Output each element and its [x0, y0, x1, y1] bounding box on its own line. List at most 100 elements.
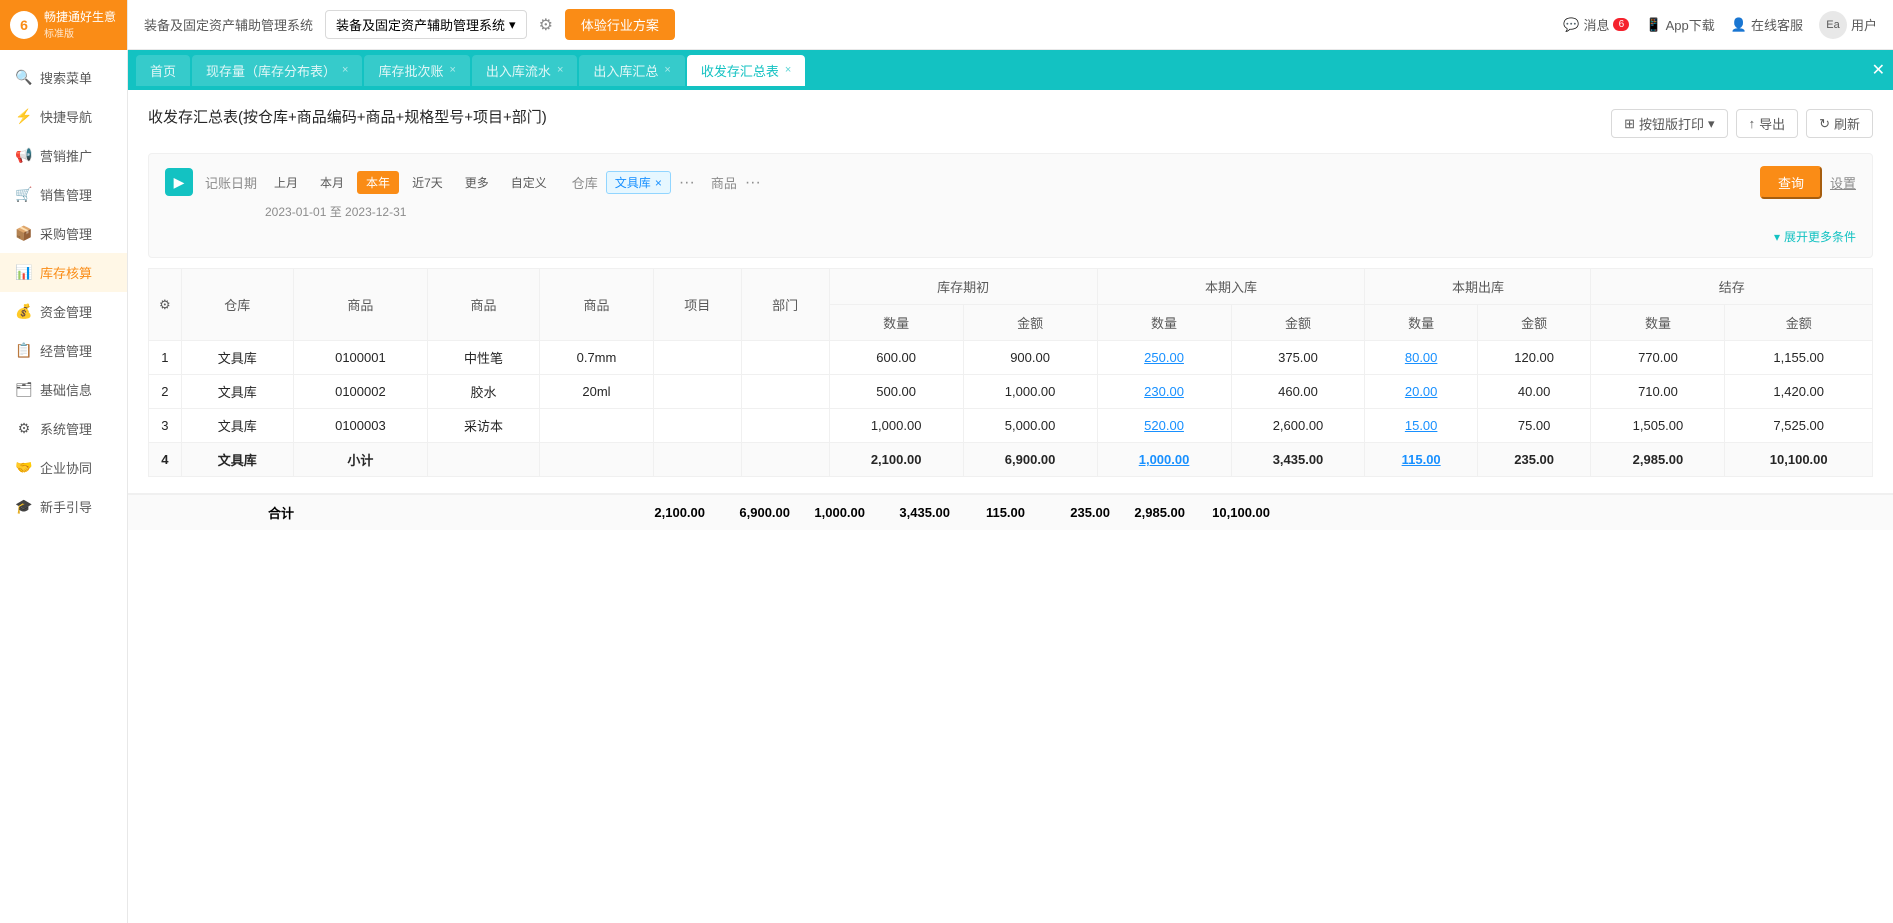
- in-qty-link-3[interactable]: 520.00: [1144, 418, 1184, 433]
- tab-stock-dist-close[interactable]: ×: [342, 64, 348, 76]
- date-btn-custom[interactable]: 自定义: [502, 171, 556, 194]
- tab-recv-send-summary[interactable]: 收发存汇总表 ×: [687, 55, 805, 86]
- operations-icon: 📋: [16, 343, 32, 359]
- sidebar-item-search[interactable]: 🔍 搜索菜单: [0, 58, 127, 97]
- warehouse-tag-close[interactable]: ×: [655, 176, 662, 190]
- refresh-btn[interactable]: ↻ 刷新: [1806, 109, 1873, 138]
- date-btn-last-month[interactable]: 上月: [265, 171, 307, 194]
- tab-in-out-flow-close[interactable]: ×: [557, 64, 563, 76]
- guide-icon: 🎓: [16, 499, 32, 515]
- tab-in-out-summary[interactable]: 出入库汇总 ×: [579, 55, 684, 86]
- total-bal-amt: 10,100.00: [1193, 505, 1278, 520]
- warehouse-ellipsis[interactable]: ···: [679, 175, 695, 191]
- cell-out-amt-1: 120.00: [1477, 341, 1591, 375]
- tab-batch-ledger-close[interactable]: ×: [449, 64, 455, 76]
- subtotal-out-qty[interactable]: 115.00: [1365, 443, 1477, 477]
- tab-batch-ledger[interactable]: 库存批次账 ×: [364, 55, 469, 86]
- app-download-label: App下载: [1666, 15, 1715, 34]
- system-select-dropdown[interactable]: 装备及固定资产辅助管理系统 ▾: [325, 10, 527, 39]
- subtotal-empty1: [427, 443, 539, 477]
- sidebar-item-marketing[interactable]: 📢 营销推广: [0, 136, 127, 175]
- date-btn-last-7[interactable]: 近7天: [403, 171, 452, 194]
- sidebar-item-system[interactable]: ⚙ 系统管理: [0, 409, 127, 448]
- sidebar-item-guide-label: 新手引导: [40, 497, 92, 516]
- subtotal-out-qty-link[interactable]: 115.00: [1402, 452, 1441, 467]
- tab-recv-send-summary-close[interactable]: ×: [785, 64, 791, 76]
- date-btn-more[interactable]: 更多: [456, 171, 498, 194]
- page-container: 收发存汇总表(按仓库+商品编码+商品+规格型号+项目+部门) ⊞ 按钮版打印 ▾…: [128, 90, 1893, 493]
- subtotal-label: 小计: [293, 443, 427, 477]
- cell-out-qty-1[interactable]: 80.00: [1365, 341, 1477, 375]
- tab-home[interactable]: 首页: [136, 55, 190, 86]
- subtotal-in-qty-link[interactable]: 1,000.00: [1139, 452, 1190, 467]
- cell-out-qty-2[interactable]: 20.00: [1365, 375, 1477, 409]
- cell-open-amt-1: 900.00: [963, 341, 1097, 375]
- sidebar-item-quick-nav[interactable]: ⚡ 快捷导航: [0, 97, 127, 136]
- sidebar-item-inventory[interactable]: 📊 库存核算: [0, 253, 127, 292]
- cell-bal-qty-2: 710.00: [1591, 375, 1725, 409]
- user-menu[interactable]: Ea 用户: [1819, 11, 1877, 39]
- cell-in-qty-1[interactable]: 250.00: [1097, 341, 1231, 375]
- message-badge: 6: [1613, 18, 1629, 31]
- in-qty-link-1[interactable]: 250.00: [1144, 350, 1184, 365]
- tab-in-out-flow[interactable]: 出入库流水 ×: [472, 55, 577, 86]
- cell-in-amt-1: 375.00: [1231, 341, 1365, 375]
- gear-icon[interactable]: ⚙: [539, 15, 553, 35]
- online-service-btn[interactable]: 👤 在线客服: [1731, 15, 1803, 34]
- total-bal-qty: 2,985.00: [1118, 505, 1193, 520]
- subtotal-in-qty[interactable]: 1,000.00: [1097, 443, 1231, 477]
- th-balance-group: 结存: [1591, 269, 1873, 305]
- data-table: ⚙ 仓库 商品 商品 商品 项目 部门 库存期初 本期入库 本期出库 结存 数量: [148, 268, 1873, 477]
- sidebar-item-enterprise[interactable]: 🤝 企业协同: [0, 448, 127, 487]
- cell-spec-3: [540, 409, 654, 443]
- out-qty-link-1[interactable]: 80.00: [1405, 350, 1438, 365]
- app-name: 畅捷通好生意: [44, 10, 116, 26]
- sidebar-item-guide[interactable]: 🎓 新手引导: [0, 487, 127, 526]
- warehouse-label: 仓库: [572, 173, 598, 192]
- cell-in-qty-3[interactable]: 520.00: [1097, 409, 1231, 443]
- th-project: 项目: [653, 269, 741, 341]
- sidebar-item-purchase[interactable]: 📦 采购管理: [0, 214, 127, 253]
- export-icon: ↑: [1749, 116, 1756, 131]
- experience-btn[interactable]: 体验行业方案: [565, 9, 675, 40]
- total-label: 合计: [268, 503, 518, 522]
- app-download-btn[interactable]: 📱 App下载: [1645, 15, 1714, 34]
- th-settings[interactable]: ⚙: [149, 269, 182, 341]
- query-btn[interactable]: 查询: [1760, 166, 1822, 199]
- tab-in-out-summary-close[interactable]: ×: [664, 64, 670, 76]
- out-qty-link-3[interactable]: 15.00: [1405, 418, 1438, 433]
- message-btn[interactable]: 💬 消息 6: [1563, 15, 1629, 34]
- cell-name-2: 胶水: [427, 375, 539, 409]
- filter-collapse-btn[interactable]: ▶: [165, 168, 193, 196]
- sidebar-item-operations[interactable]: 📋 经营管理: [0, 331, 127, 370]
- sidebar-item-sales-label: 销售管理: [40, 185, 92, 204]
- sidebar-item-base[interactable]: 🗂 基础信息: [0, 370, 127, 409]
- arrow-right-icon: ▶: [174, 174, 185, 191]
- print-label: 按钮版打印: [1639, 114, 1704, 133]
- cell-out-qty-3[interactable]: 15.00: [1365, 409, 1477, 443]
- tab-stock-dist[interactable]: 现存量（库存分布表） ×: [192, 55, 362, 86]
- cell-in-qty-2[interactable]: 230.00: [1097, 375, 1231, 409]
- export-btn[interactable]: ↑ 导出: [1736, 109, 1799, 138]
- sidebar-item-inventory-label: 库存核算: [40, 263, 92, 282]
- header-left: 装备及固定资产辅助管理系统 装备及固定资产辅助管理系统 ▾ ⚙ 体验行业方案: [144, 9, 675, 40]
- settings-link[interactable]: 设置: [1830, 173, 1856, 192]
- sidebar-item-sales[interactable]: 🛒 销售管理: [0, 175, 127, 214]
- th-bal-qty: 数量: [1591, 305, 1725, 341]
- tabs-close-all[interactable]: ✕: [1872, 60, 1885, 80]
- cell-out-amt-2: 40.00: [1477, 375, 1591, 409]
- out-qty-link-2[interactable]: 20.00: [1405, 384, 1438, 399]
- cell-dept-2: [741, 375, 829, 409]
- in-qty-link-2[interactable]: 230.00: [1144, 384, 1184, 399]
- print-btn[interactable]: ⊞ 按钮版打印 ▾: [1611, 109, 1727, 138]
- subtotal-empty3: [653, 443, 741, 477]
- cell-project-1: [653, 341, 741, 375]
- goods-ellipsis[interactable]: ···: [745, 175, 761, 191]
- cell-dept-1: [741, 341, 829, 375]
- date-btn-this-month[interactable]: 本月: [311, 171, 353, 194]
- tab-batch-ledger-label: 库存批次账: [378, 61, 443, 80]
- expand-filter-btn[interactable]: ▾ 展开更多条件: [1774, 228, 1856, 245]
- sidebar-item-finance[interactable]: 💰 资金管理: [0, 292, 127, 331]
- header-right: 💬 消息 6 📱 App下载 👤 在线客服 Ea 用户: [1563, 11, 1877, 39]
- date-btn-this-year[interactable]: 本年: [357, 171, 399, 194]
